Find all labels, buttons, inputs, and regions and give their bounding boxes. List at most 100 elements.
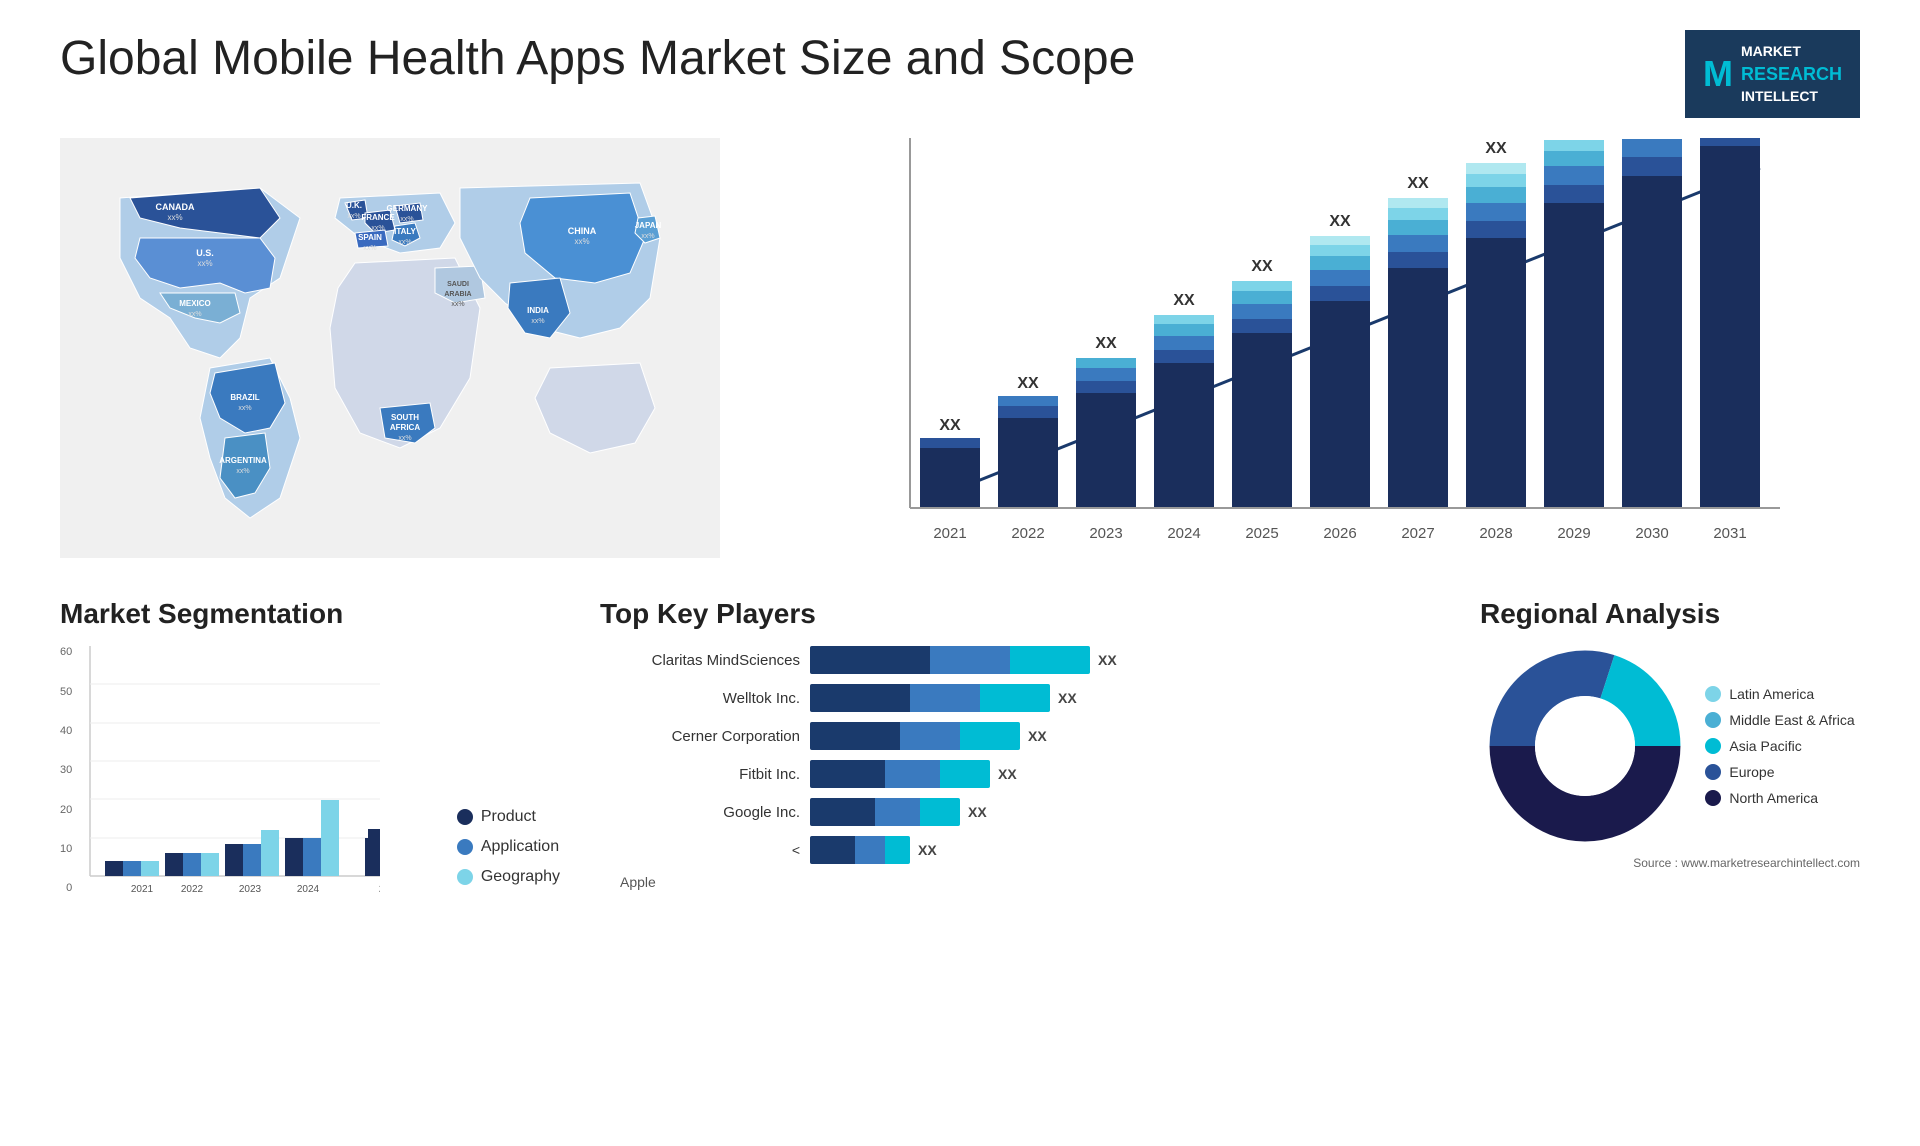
player-bar-seg1 (810, 760, 885, 788)
player-bar-seg2 (875, 798, 920, 826)
player-value: XX (918, 842, 937, 858)
player-bar: XX (810, 722, 1440, 750)
segmentation-section: Market Segmentation 60 50 40 30 20 10 0 (60, 598, 560, 896)
table-row: Welltok Inc. XX (600, 684, 1440, 712)
svg-text:U.S.: U.S. (196, 248, 214, 258)
player-bar-seg1 (810, 646, 930, 674)
svg-text:XX: XX (1251, 258, 1273, 275)
svg-text:2023: 2023 (239, 884, 262, 895)
header: Global Mobile Health Apps Market Size an… (60, 30, 1860, 118)
legend-dot-apac (1705, 738, 1721, 754)
svg-text:xx%: xx% (197, 259, 212, 268)
legend-europe: Europe (1705, 764, 1854, 780)
svg-text:2024: 2024 (297, 884, 320, 895)
player-bar-bg (810, 684, 1050, 712)
svg-text:XX: XX (1095, 335, 1117, 352)
page-title: Global Mobile Health Apps Market Size an… (60, 30, 1135, 88)
table-row: Claritas MindSciences XX (600, 646, 1440, 674)
player-value: XX (1098, 652, 1117, 668)
svg-text:XX: XX (1329, 213, 1351, 230)
map-svg: CANADA xx% U.S. xx% MEXICO xx% BRAZIL xx… (60, 138, 720, 558)
svg-text:2025: 2025 (1245, 525, 1278, 542)
svg-text:SAUDI: SAUDI (447, 281, 469, 288)
svg-text:2029: 2029 (1557, 525, 1590, 542)
bar-chart-svg: XX 2021 XX 2022 XX 2023 (800, 138, 1860, 558)
svg-text:xx%: xx% (347, 213, 360, 220)
legend-dot-europe (1705, 764, 1721, 780)
player-name: < (600, 842, 800, 858)
svg-text:SOUTH: SOUTH (391, 413, 419, 422)
player-name: Google Inc. (600, 804, 800, 821)
key-players-title: Top Key Players (600, 598, 1440, 630)
logo-box: M MARKET RESEARCH INTELLECT (1685, 30, 1860, 118)
svg-text:ARABIA: ARABIA (444, 291, 471, 298)
logo-text: MARKET RESEARCH INTELLECT (1741, 42, 1842, 106)
player-bar-seg2 (900, 722, 960, 750)
bottom-section: Market Segmentation 60 50 40 30 20 10 0 (60, 598, 1860, 896)
legend-label-na: North America (1729, 790, 1818, 806)
player-bar-seg2 (855, 836, 885, 864)
svg-text:xx%: xx% (400, 216, 413, 223)
svg-text:xx%: xx% (641, 233, 654, 240)
seg-chart-svg: 2021 2022 2023 (80, 646, 380, 896)
player-bar: XX (810, 684, 1440, 712)
svg-text:JAPAN: JAPAN (635, 221, 662, 230)
svg-text:xx%: xx% (398, 239, 411, 246)
seg-y-labels: 60 50 40 30 20 10 0 (60, 646, 72, 896)
table-row: Cerner Corporation XX (600, 722, 1440, 750)
regional-title: Regional Analysis (1480, 598, 1860, 630)
legend-label-latin: Latin America (1729, 686, 1814, 702)
svg-text:2021: 2021 (933, 525, 966, 542)
svg-text:AFRICA: AFRICA (390, 423, 420, 432)
logo-letter: M (1703, 49, 1733, 99)
svg-text:2021: 2021 (131, 884, 154, 895)
key-players-section: Top Key Players Claritas MindSciences XX (600, 598, 1440, 890)
svg-text:xx%: xx% (188, 311, 201, 318)
player-bar-seg1 (810, 722, 900, 750)
player-bar-seg3 (980, 684, 1050, 712)
segmentation-title: Market Segmentation (60, 598, 560, 630)
source-text: Source : www.marketresearchintellect.com (1633, 856, 1860, 870)
svg-text:2025: 2025 (379, 884, 380, 895)
svg-text:xx%: xx% (236, 468, 249, 475)
table-row: Google Inc. XX (600, 798, 1440, 826)
logo-line2: RESEARCH (1741, 62, 1842, 87)
player-bar-bg (810, 760, 990, 788)
player-bar-seg3 (960, 722, 1020, 750)
players-list: Claritas MindSciences XX Welltok Inc. (600, 646, 1440, 890)
top-section: CANADA xx% U.S. xx% MEXICO xx% BRAZIL xx… (60, 138, 1860, 558)
svg-text:2022: 2022 (181, 884, 204, 895)
svg-text:xx%: xx% (363, 245, 376, 252)
player-bar: XX (810, 798, 1440, 826)
player-name: Fitbit Inc. (600, 766, 800, 783)
player-bar-bg (810, 836, 910, 864)
svg-text:CANADA: CANADA (156, 202, 195, 212)
player-bar-seg2 (885, 760, 940, 788)
svg-text:xx%: xx% (531, 318, 544, 325)
legend-dot-mea (1705, 712, 1721, 728)
svg-text:2024: 2024 (1167, 525, 1200, 542)
svg-text:2027: 2027 (1401, 525, 1434, 542)
player-bar-bg (810, 646, 1090, 674)
legend-label-application: Application (481, 838, 559, 856)
player-bar-seg2 (930, 646, 1010, 674)
player-bar-seg3 (940, 760, 990, 788)
page-container: Global Mobile Health Apps Market Size an… (0, 0, 1920, 1146)
svg-text:2022: 2022 (1011, 525, 1044, 542)
svg-text:FRANCE: FRANCE (361, 213, 395, 222)
legend-application: Application (457, 838, 560, 856)
player-bar-seg3 (885, 836, 910, 864)
regional-section: Regional Analysis (1480, 598, 1860, 870)
svg-text:XX: XX (939, 417, 961, 434)
table-row: < XX (600, 836, 1440, 864)
legend-product: Product (457, 808, 560, 826)
svg-text:xx%: xx% (371, 225, 384, 232)
svg-text:ITALY: ITALY (394, 227, 416, 236)
player-name: Welltok Inc. (600, 690, 800, 707)
legend-label-geography: Geography (481, 868, 560, 886)
svg-text:2028: 2028 (1479, 525, 1512, 542)
seg-legend: Product Application Geography (457, 808, 560, 896)
svg-text:XX: XX (1017, 375, 1039, 392)
legend-label-mea: Middle East & Africa (1729, 712, 1854, 728)
player-bar: XX (810, 836, 1440, 864)
